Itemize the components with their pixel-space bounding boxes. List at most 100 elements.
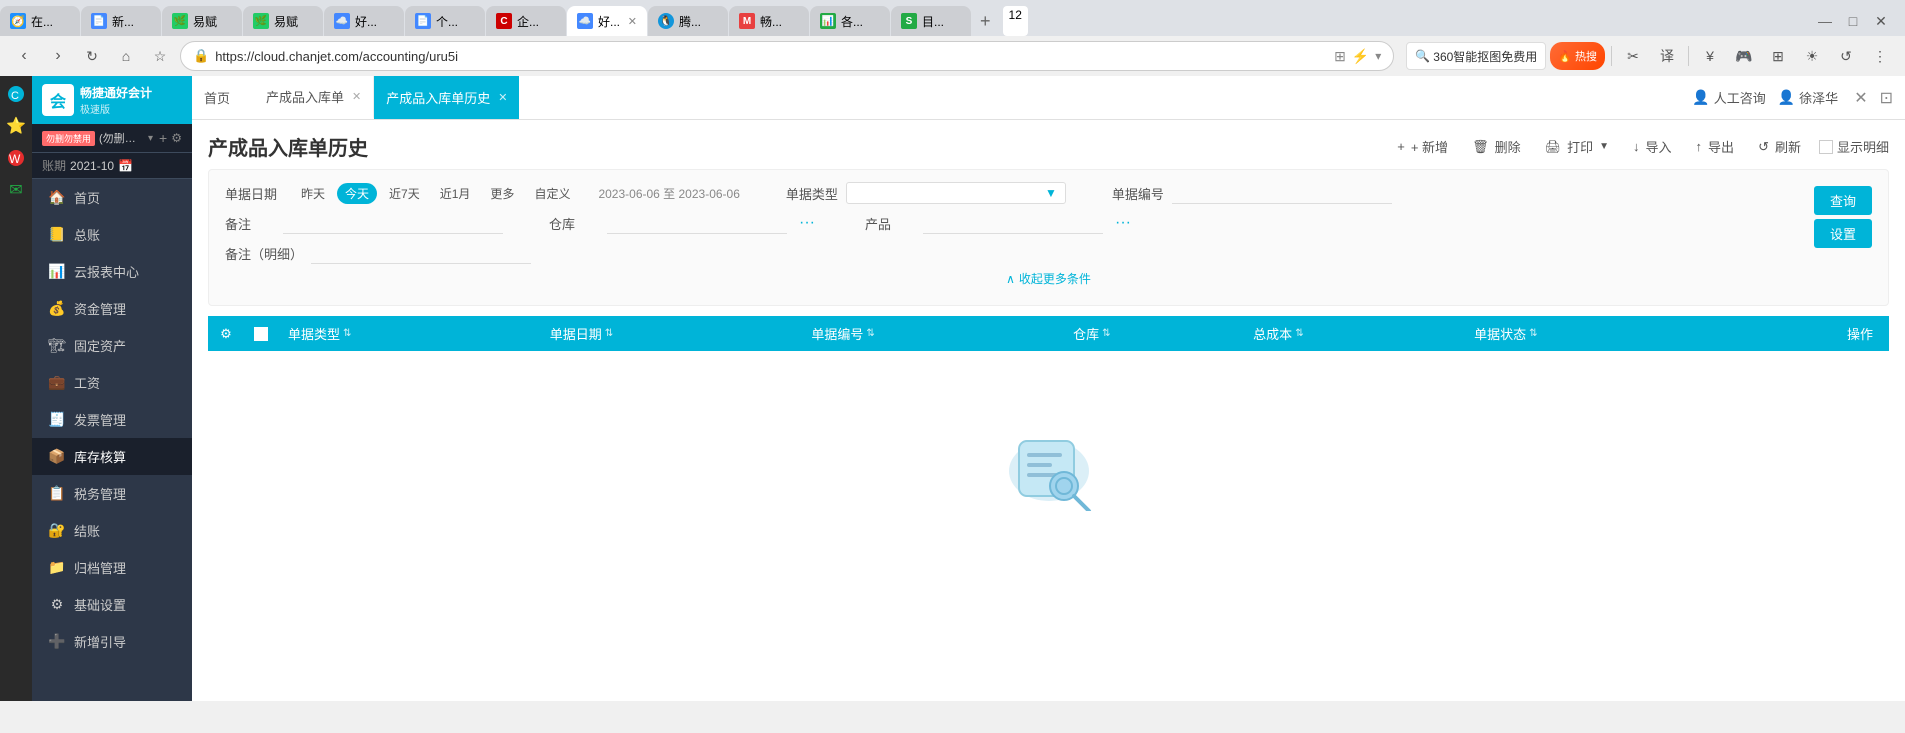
icon-sidebar-home[interactable]: C bbox=[2, 80, 30, 108]
sidebar-item-fund[interactable]: 💰 资金管理 bbox=[32, 290, 192, 327]
th-no[interactable]: 单据编号 ⇅ bbox=[801, 316, 1063, 351]
type-select[interactable]: ▼ bbox=[846, 182, 1066, 204]
browser-tab-6[interactable]: 📄 个... bbox=[405, 6, 485, 36]
address-bar: ‹ › ↻ ⌂ ☆ 🔒 https://cloud.chanjet.com/ac… bbox=[0, 36, 1905, 76]
restore-button[interactable]: □ bbox=[1839, 7, 1867, 35]
browser-tab-5[interactable]: ☁️ 好... bbox=[324, 6, 404, 36]
close-window-button[interactable]: ✕ bbox=[1867, 7, 1895, 35]
th-total-cost[interactable]: 总成本 ⇅ bbox=[1243, 316, 1464, 351]
date-btn-1month[interactable]: 近1月 bbox=[432, 183, 479, 204]
sidebar-item-base[interactable]: ⚙ 基础设置 bbox=[32, 586, 192, 623]
sidebar-item-home[interactable]: 🏠 首页 bbox=[32, 179, 192, 216]
display-button[interactable]: ☀ bbox=[1797, 42, 1827, 70]
grid2-button[interactable]: ⊞ bbox=[1763, 42, 1793, 70]
settings-icon[interactable]: ⚙ bbox=[171, 131, 182, 145]
sidebar-item-salary[interactable]: 💼 工资 bbox=[32, 364, 192, 401]
th-warehouse[interactable]: 仓库 ⇅ bbox=[1063, 316, 1243, 351]
warehouse-input[interactable] bbox=[607, 212, 787, 234]
browser-tab-3[interactable]: 🌿 易赋 bbox=[162, 6, 242, 36]
refresh-browser-button[interactable]: ↻ bbox=[78, 42, 106, 70]
sidebar-item-ledger[interactable]: 📒 总账 bbox=[32, 216, 192, 253]
add-button[interactable]: + + 新增 bbox=[1391, 133, 1454, 160]
expand-panel-button[interactable]: ⊡ bbox=[1880, 88, 1893, 108]
close-panel-button[interactable]: ✕ bbox=[1854, 88, 1867, 108]
date-btn-more[interactable]: 更多 bbox=[482, 183, 522, 204]
page-tab-list[interactable]: 产成品入库单 ✕ bbox=[254, 76, 374, 119]
page-tab-history[interactable]: 产成品入库单历史 ✕ bbox=[374, 76, 519, 119]
browser-tab-9[interactable]: 🐧 腾... bbox=[648, 6, 728, 36]
back-button[interactable]: ‹ bbox=[10, 42, 38, 70]
user-profile-btn[interactable]: 👤 徐泽华 bbox=[1778, 88, 1838, 107]
browser-tab-12[interactable]: S 目... bbox=[891, 6, 971, 36]
breadcrumb-home[interactable]: 首页 bbox=[204, 88, 230, 107]
collapse-bar[interactable]: ∧ 收起更多条件 bbox=[225, 264, 1872, 293]
product-more-icon[interactable]: ··· bbox=[1111, 214, 1135, 232]
bookmark-button[interactable]: ☆ bbox=[146, 42, 174, 70]
print-button[interactable]: 🖨 打印 ▼ bbox=[1539, 133, 1615, 160]
new-tab-button[interactable]: + bbox=[972, 6, 999, 36]
tab-title-10: 畅... bbox=[760, 13, 799, 30]
browser-tab-7[interactable]: C 企... bbox=[486, 6, 566, 36]
th-type[interactable]: 单据类型 ⇅ bbox=[278, 316, 540, 351]
calendar-icon[interactable]: 📅 bbox=[118, 159, 133, 173]
browser-tab-11[interactable]: 📊 各... bbox=[810, 6, 890, 36]
page-tab-list-close[interactable]: ✕ bbox=[352, 90, 361, 103]
show-cols-checkbox[interactable] bbox=[1819, 140, 1833, 154]
sidebar-item-tax[interactable]: 📋 税务管理 bbox=[32, 475, 192, 512]
user-service-btn[interactable]: 👤 人工咨询 bbox=[1692, 88, 1765, 107]
scissors-button[interactable]: ✂ bbox=[1618, 42, 1648, 70]
more-button[interactable]: ⋮ bbox=[1865, 42, 1895, 70]
browser-tab-4[interactable]: 🌿 易赋 bbox=[243, 6, 323, 36]
select-all-checkbox[interactable] bbox=[254, 327, 268, 341]
th-check[interactable] bbox=[244, 316, 278, 351]
sidebar-item-inventory[interactable]: 📦 库存核算 bbox=[32, 438, 192, 475]
billno-input[interactable] bbox=[1172, 182, 1392, 204]
company-dropdown-icon[interactable]: ▾ bbox=[148, 133, 153, 144]
translate-button[interactable]: 译 bbox=[1652, 42, 1682, 70]
show-cols-toggle[interactable]: 显示明细 bbox=[1819, 137, 1889, 156]
browser-tab-1[interactable]: 🧭 在... bbox=[0, 6, 80, 36]
detail-remark-input[interactable] bbox=[311, 242, 531, 264]
home-browser-button[interactable]: ⌂ bbox=[112, 42, 140, 70]
icon-sidebar-weibo[interactable]: W bbox=[2, 144, 30, 172]
export-button[interactable]: ↑ 导出 bbox=[1690, 133, 1741, 160]
product-input[interactable] bbox=[923, 212, 1103, 234]
refresh-button[interactable]: ↺ 刷新 bbox=[1752, 133, 1807, 160]
th-date[interactable]: 单据日期 ⇅ bbox=[540, 316, 802, 351]
sidebar-item-newbill[interactable]: ➕ 新增引导 bbox=[32, 623, 192, 660]
tab-close-8[interactable]: ✕ bbox=[628, 15, 637, 28]
sidebar-item-archive[interactable]: 📁 归档管理 bbox=[32, 549, 192, 586]
browser-tab-8[interactable]: ☁️ 好... ✕ bbox=[567, 6, 647, 36]
sidebar-item-invoice[interactable]: 🧾 发票管理 bbox=[32, 401, 192, 438]
url-bar[interactable]: 🔒 https://cloud.chanjet.com/accounting/u… bbox=[180, 41, 1394, 71]
set-button[interactable]: 设置 bbox=[1814, 219, 1872, 248]
th-gear[interactable]: ⚙ bbox=[208, 316, 244, 351]
game-button[interactable]: 🎮 bbox=[1729, 42, 1759, 70]
query-button[interactable]: 查询 bbox=[1814, 186, 1872, 215]
currency-button[interactable]: ¥ bbox=[1695, 42, 1725, 70]
delete-button[interactable]: 🗑 删除 bbox=[1466, 133, 1527, 160]
sidebar-item-assets[interactable]: 🏗 固定资产 bbox=[32, 327, 192, 364]
redo-button[interactable]: ↺ bbox=[1831, 42, 1861, 70]
icon-sidebar-mail[interactable]: ✉ bbox=[2, 176, 30, 204]
date-btn-today[interactable]: 今天 bbox=[337, 183, 377, 204]
print-dropdown-icon[interactable]: ▼ bbox=[1599, 141, 1609, 152]
date-btn-7days[interactable]: 近7天 bbox=[381, 183, 428, 204]
browser-tab-10[interactable]: M 畅... bbox=[729, 6, 809, 36]
minimize-button[interactable]: — bbox=[1811, 7, 1839, 35]
date-btn-yesterday[interactable]: 昨天 bbox=[293, 183, 333, 204]
forward-button[interactable]: › bbox=[44, 42, 72, 70]
browser-tab-2[interactable]: 📄 新... bbox=[81, 6, 161, 36]
warehouse-more-icon[interactable]: ··· bbox=[795, 214, 819, 232]
date-btn-custom[interactable]: 自定义 bbox=[526, 183, 578, 204]
page-tab-history-close[interactable]: ✕ bbox=[498, 91, 507, 104]
sidebar-item-report[interactable]: 📊 云报表中心 bbox=[32, 253, 192, 290]
sidebar-item-close[interactable]: 🔐 结账 bbox=[32, 512, 192, 549]
hot-search-button[interactable]: 🔥 热搜 bbox=[1550, 42, 1605, 70]
add-company-icon[interactable]: + bbox=[159, 130, 167, 146]
search-button[interactable]: 🔍 360智能抠图免费用 bbox=[1406, 42, 1546, 70]
remark-input[interactable] bbox=[283, 212, 503, 234]
import-button[interactable]: ↓ 导入 bbox=[1627, 133, 1678, 160]
icon-sidebar-star[interactable]: ⭐ bbox=[2, 112, 30, 140]
th-status[interactable]: 单据状态 ⇅ bbox=[1464, 316, 1726, 351]
